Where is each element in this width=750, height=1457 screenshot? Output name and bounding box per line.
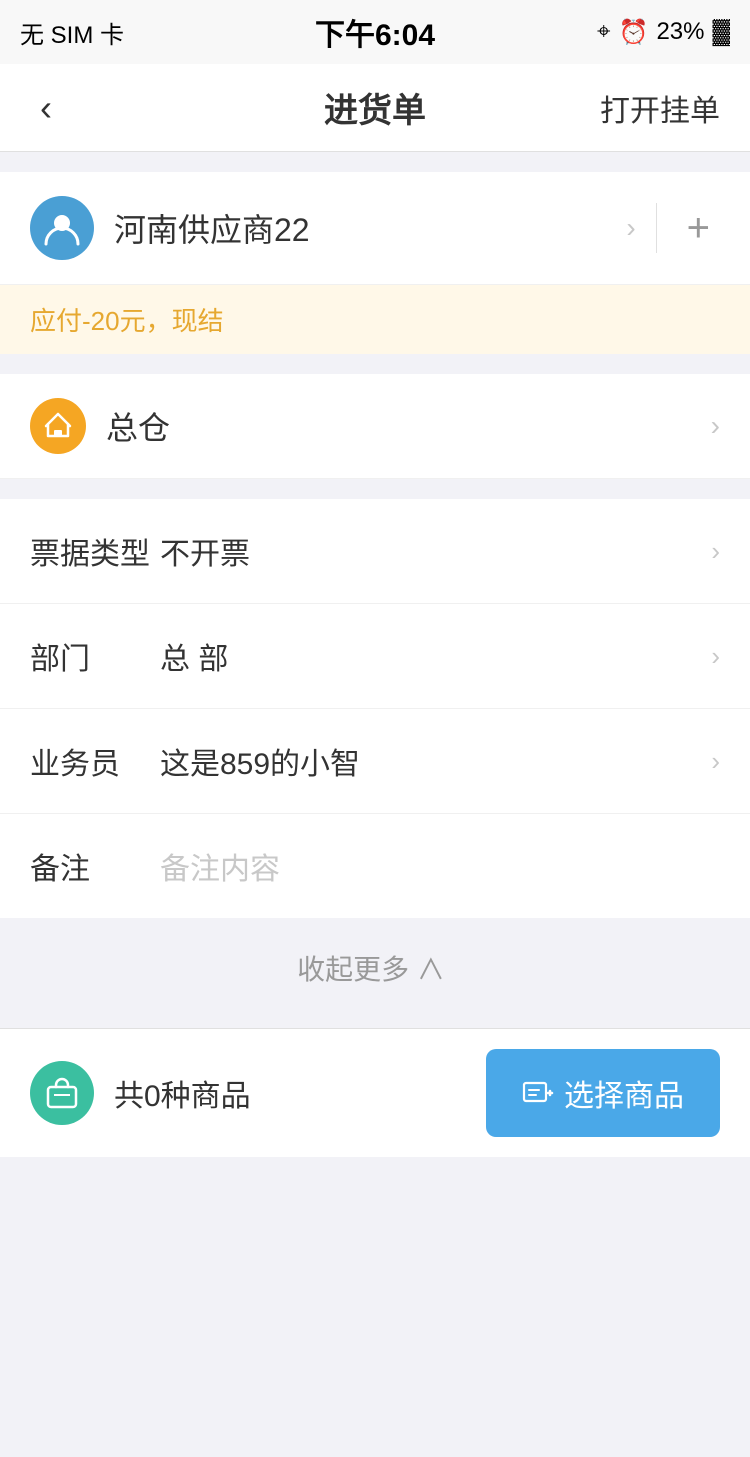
invoice-value: 不开票 [160,529,711,573]
department-label: 部门 [30,634,160,678]
salesman-chevron-icon: › [711,746,720,777]
status-right: ⌖ ⏰ 23% ▓ [597,18,730,47]
department-value: 总 部 [160,634,711,678]
salesman-label: 业务员 [30,739,160,783]
supplier-card: 河南供应商22 › + 应付-20元，现结 [0,172,750,354]
supplier-row[interactable]: 河南供应商22 › + [0,172,750,285]
form-card: 票据类型 不开票 › 部门 总 部 › 业务员 这是859的小智 › 备注 备注… [0,499,750,918]
remark-row[interactable]: 备注 备注内容 [0,814,750,918]
warehouse-name: 总仓 [106,403,711,449]
section-gap-1 [0,152,750,172]
warehouse-chevron-icon: › [711,410,720,442]
remark-label: 备注 [30,844,160,888]
invoice-row[interactable]: 票据类型 不开票 › [0,499,750,604]
carrier-label: 无 SIM 卡 [20,15,124,50]
select-product-icon [522,1077,554,1109]
status-left: 无 SIM 卡 [20,15,134,50]
remark-input[interactable]: 备注内容 [160,844,720,888]
department-chevron-icon: › [711,641,720,672]
nav-bar: ‹ 进货单 打开挂单 [0,64,750,152]
section-gap-2 [0,354,750,374]
salesman-value: 这是859的小智 [160,739,711,783]
open-pending-button[interactable]: 打开挂单 [600,86,720,130]
invoice-chevron-icon: › [711,536,720,567]
product-count-label: 共0种商品 [114,1071,486,1115]
alarm-icon: ⏰ [619,18,649,47]
salesman-row[interactable]: 业务员 这是859的小智 › [0,709,750,814]
select-product-button[interactable]: 选择商品 [486,1049,720,1137]
supplier-avatar [30,196,94,260]
warehouse-card: 总仓 › [0,374,750,479]
supplier-chevron-icon: › [626,212,635,244]
battery-label: 23% [656,18,704,46]
status-time: 下午6:04 [315,10,435,54]
location-icon: ⌖ [597,18,611,46]
department-row[interactable]: 部门 总 部 › [0,604,750,709]
invoice-label: 票据类型 [30,529,160,573]
section-gap-3 [0,479,750,499]
warehouse-row[interactable]: 总仓 › [0,374,750,479]
nav-title: 进货单 [324,83,426,132]
status-bar: 无 SIM 卡 下午6:04 ⌖ ⏰ 23% ▓ [0,0,750,64]
notice-text: 应付-20元，现结 [30,306,224,336]
notice-bar: 应付-20元，现结 [0,285,750,354]
collapse-label: 收起更多 ∧ [297,948,445,988]
select-product-label: 选择商品 [564,1071,684,1115]
battery-icon: ▓ [713,18,731,46]
back-button[interactable]: ‹ [30,77,62,139]
add-supplier-button[interactable]: + [677,206,720,251]
collapse-row[interactable]: 收起更多 ∧ [0,918,750,1018]
warehouse-icon [30,398,86,454]
background-fill [0,1157,750,1457]
product-bar: 共0种商品 选择商品 [0,1028,750,1157]
supplier-name: 河南供应商22 [114,205,626,251]
section-gap-4 [0,1018,750,1028]
vertical-divider [656,203,657,253]
product-icon [30,1061,94,1125]
